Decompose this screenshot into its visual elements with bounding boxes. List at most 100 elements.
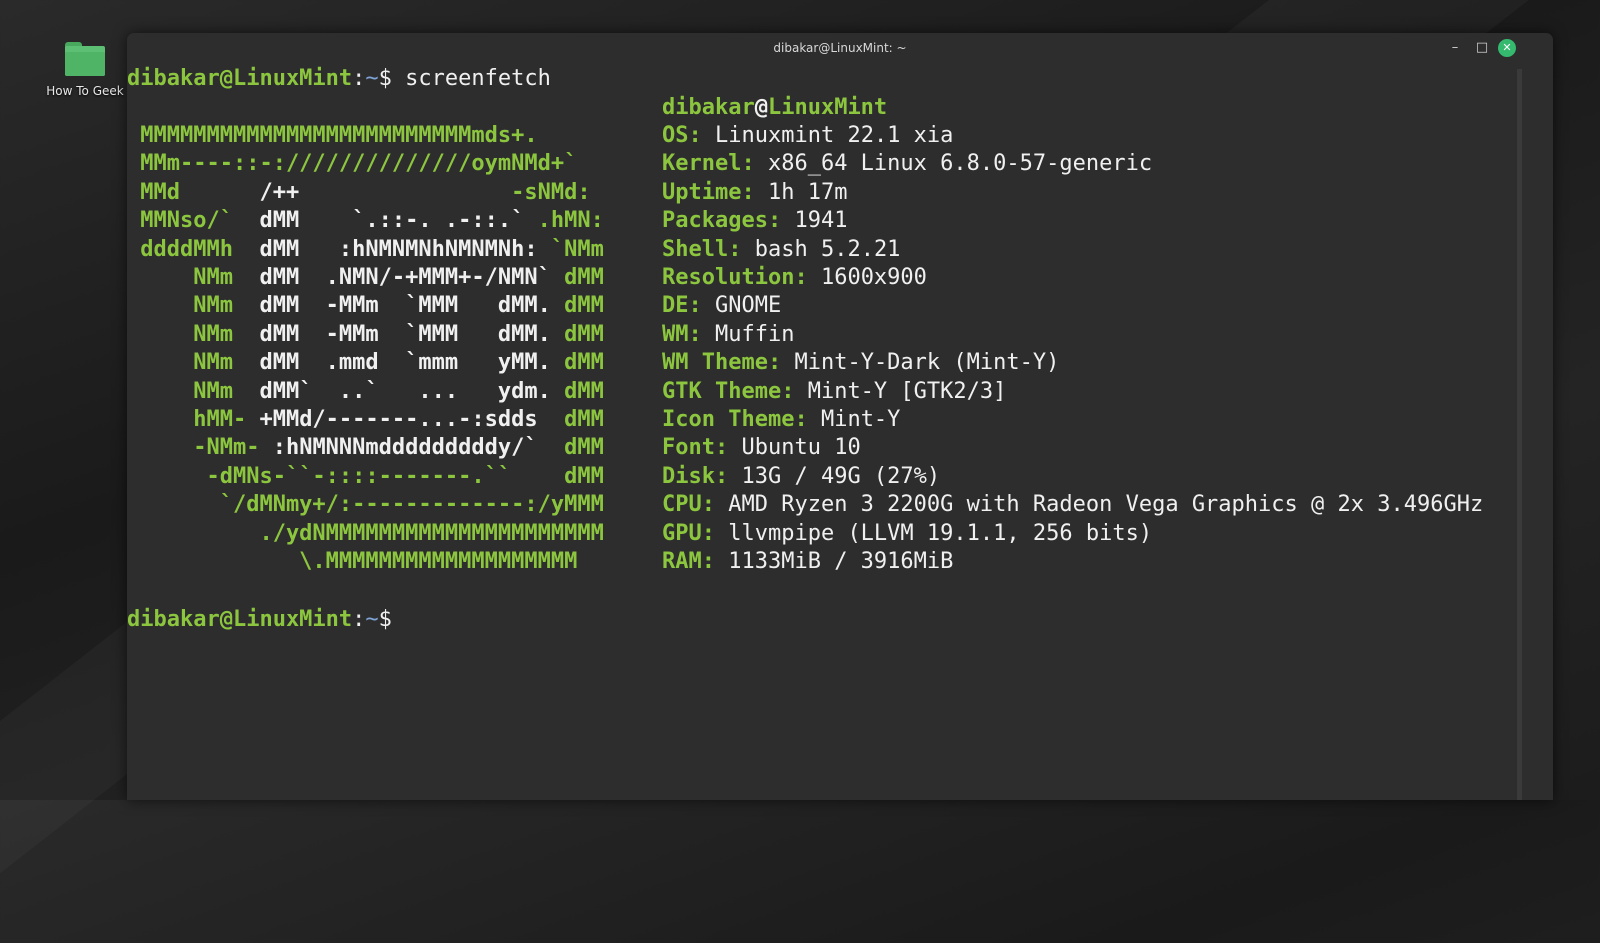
logo-line: MMd /++ -sNMd: [127, 179, 590, 207]
maximize-button[interactable]: □ [1473, 39, 1491, 57]
logo-line: -dMNs-``-::::-------.`` dMM [127, 463, 604, 491]
info-value: AMD Ryzen 3 2200G with Radeon Vega Graph… [728, 492, 1484, 518]
logo-line: `/dMNmy+/:-------------:/yMMM [127, 491, 604, 519]
logo-line: MMm----::-://////////////oymNMd+` [127, 150, 577, 178]
logo-segment: dMM [550, 321, 604, 347]
logo-segment: .hMN: [524, 208, 604, 234]
info-row: WM Theme: Mint-Y-Dark (Mint-Y) [662, 349, 1059, 377]
info-key: Uptime: [662, 179, 755, 205]
info-row: Kernel: x86_64 Linux 6.8.0-57-generic [662, 150, 1152, 178]
minimize-button[interactable]: – [1446, 39, 1464, 57]
logo-segment: /++ [259, 179, 300, 205]
logo-segment: dMM .mmd `mmm yMM. [259, 350, 551, 376]
logo-segment: NMm [127, 378, 260, 404]
logo-segment: dMM :hNMNMNhNMNMNh: [259, 236, 538, 262]
info-value: Ubuntu 10 [741, 435, 861, 461]
info-value: Muffin [715, 321, 795, 347]
info-row: Resolution: 1600x900 [662, 264, 927, 292]
logo-segment: +MMd/-------...-:sdds [259, 407, 538, 432]
info-row: DE: GNOME [662, 292, 781, 320]
info-value: 1133MiB / 3916MiB [728, 549, 954, 574]
logo-segment: dMM [550, 378, 604, 404]
logo-segment: hMM- [127, 407, 260, 432]
info-row: WM: Muffin [662, 321, 794, 349]
logo-segment: `NMm [537, 236, 604, 262]
prompt-line: dibakar@LinuxMint:~$ [127, 606, 392, 634]
logo-segment: dMM -MMm `MMM dMM. [259, 321, 551, 347]
logo-segment: dMM` ..` ... ydm. [259, 378, 551, 404]
prompt-separator: : [352, 66, 366, 91]
header-user: dibakar [662, 95, 755, 120]
logo-line: NMm dMM -MMm `MMM dMM. dMM [127, 292, 604, 320]
info-value: 1h 17m [767, 179, 848, 205]
info-key: OS: [662, 123, 702, 148]
close-button[interactable]: ✕ [1498, 39, 1516, 57]
info-key: WM: [662, 321, 702, 347]
info-row: Icon Theme: Mint-Y [662, 406, 900, 434]
header-host: LinuxMint [767, 95, 888, 120]
info-key: Kernel: [662, 151, 755, 177]
logo-segment: -dMNs-``-::::-------.`` [127, 463, 512, 489]
logo-segment: -NMm- [127, 435, 273, 461]
info-key: Disk: [662, 463, 729, 489]
prompt-user-host: dibakar@LinuxMint [127, 607, 353, 632]
prompt-separator: : [352, 607, 366, 632]
window-title: dibakar@LinuxMint: ~ [773, 41, 907, 55]
info-key: GTK Theme: [662, 378, 795, 404]
logo-segment: dMM [550, 265, 604, 290]
logo-line: NMm dMM .NMN/-+MMM+-/NMN` dMM [127, 264, 604, 292]
info-header: dibakar@LinuxMint [662, 94, 887, 122]
logo-line: NMm dMM -MMm `MMM dMM. dMM [127, 321, 604, 349]
info-key: Shell: [662, 236, 742, 262]
logo-segment: ddddMMh [127, 236, 260, 262]
info-row: OS: Linuxmint 22.1 xia [662, 122, 953, 150]
logo-segment: dMM [537, 407, 604, 432]
info-row: GPU: llvmpipe (LLVM 19.1.1, 256 bits) [662, 520, 1152, 548]
logo-segment: `/dMNmy+/:-------------:/yMMM [127, 492, 604, 518]
logo-line: ./ydNMMMMMMMMMMMMMMMMMMMMM [127, 520, 604, 548]
logo-segment: dMM [550, 293, 604, 319]
logo-segment: NMm [127, 321, 260, 347]
info-key: DE: [662, 293, 702, 319]
info-row: Shell: bash 5.2.21 [662, 236, 900, 264]
info-value: 13G / 49G (27%) [741, 463, 941, 489]
logo-segment: MMm----::-://////////////oymNMd+` [127, 151, 578, 177]
logo-segment: MMd [127, 179, 260, 205]
logo-line: ddddMMh dMM :hNMNMNhNMNMNh: `NMm [127, 236, 604, 264]
logo-segment: NMm [127, 350, 260, 376]
info-value: Mint-Y [820, 407, 901, 432]
logo-line: NMm dMM` ..` ... ydm. dMM [127, 378, 604, 406]
scrollbar[interactable] [1517, 69, 1522, 800]
info-value: GNOME [715, 293, 782, 319]
info-value: Mint-Y [GTK2/3] [807, 378, 1007, 404]
info-row: Packages: 1941 [662, 207, 847, 235]
logo-line: -NMm- :hNMNNNmdddddddddy/` dMM [127, 434, 604, 462]
logo-line: MMMMMMMMMMMMMMMMMMMMMMMMMmds+. [127, 122, 538, 150]
logo-segment: MMMMMMMMMMMMMMMMMMMMMMMMMmds+. [127, 123, 538, 148]
info-value: Mint-Y-Dark (Mint-Y) [794, 350, 1060, 376]
info-key: WM Theme: [662, 350, 782, 376]
desktop-icon-how-to-geek[interactable]: How To Geek [44, 42, 126, 98]
logo-segment: ./ydNMMMMMMMMMMMMMMMMMMMMM [127, 520, 604, 546]
logo-segment: \.MMMMMMMMMMMMMMMMMMM [127, 549, 578, 574]
info-row: Disk: 13G / 49G (27%) [662, 463, 940, 491]
logo-segment: dMM [537, 435, 604, 461]
logo-segment: dMM [511, 463, 604, 489]
info-value: bash 5.2.21 [754, 236, 901, 262]
logo-segment: dMM `.::-. .-::.` [259, 208, 525, 234]
logo-line: \.MMMMMMMMMMMMMMMMMMM [127, 548, 577, 576]
info-row: GTK Theme: Mint-Y [GTK2/3] [662, 378, 1006, 406]
info-key: Font: [662, 435, 729, 461]
window-titlebar[interactable]: dibakar@LinuxMint: ~ – □ ✕ [127, 33, 1553, 63]
folder-icon [65, 42, 105, 76]
info-value: Linuxmint 22.1 xia [715, 123, 954, 148]
info-row: RAM: 1133MiB / 3916MiB [662, 548, 953, 576]
logo-segment: :hNMNNNmdddddddddy/` [272, 435, 538, 461]
logo-segment: dMM .NMN/-+MMM+-/NMN` [259, 265, 551, 290]
command-text: screenfetch [405, 66, 551, 91]
terminal-output[interactable]: dibakar@LinuxMint:~$ screenfetch dibakar… [127, 63, 1513, 800]
header-at: @ [754, 95, 768, 120]
info-key: Packages: [662, 208, 782, 234]
info-value: llvmpipe (LLVM 19.1.1, 256 bits) [728, 520, 1153, 546]
terminal-window[interactable]: dibakar@LinuxMint: ~ – □ ✕ dibakar@Linux… [127, 33, 1553, 800]
